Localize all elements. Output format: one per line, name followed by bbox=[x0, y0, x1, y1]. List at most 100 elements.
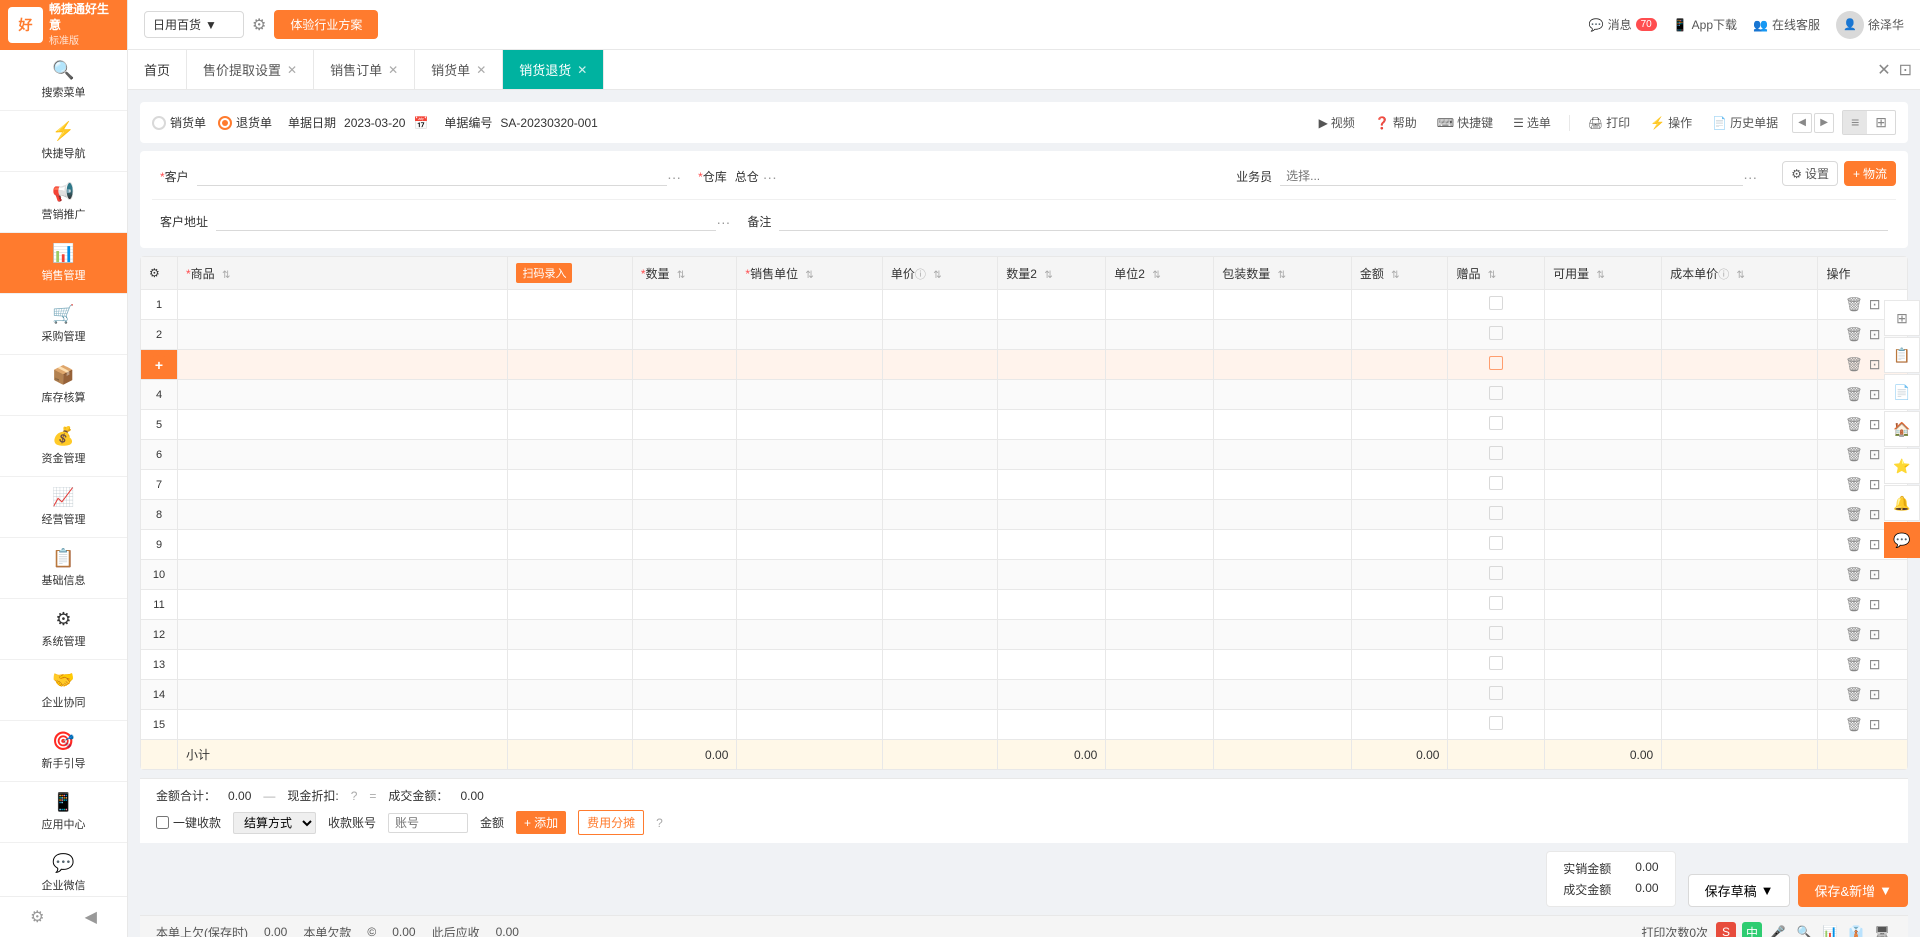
calendar-icon[interactable]: 📅 bbox=[413, 116, 428, 130]
delete-row-btn[interactable]: 🗑 bbox=[1845, 386, 1863, 403]
copy-row-btn[interactable]: ⊡ bbox=[1869, 566, 1881, 583]
row-unit2[interactable] bbox=[1106, 290, 1214, 320]
shortcut-btn[interactable]: ⌨ 快捷键 bbox=[1431, 111, 1499, 134]
pack-sort-icon[interactable]: ⇅ bbox=[1278, 270, 1286, 281]
qty2-sort-icon[interactable]: ⇅ bbox=[1044, 270, 1052, 281]
delete-row-btn[interactable]: 🗑 bbox=[1845, 416, 1863, 433]
delete-row-btn[interactable]: 🗑 bbox=[1845, 326, 1863, 343]
sidebar-item-finance[interactable]: 💰 资金管理 bbox=[0, 416, 127, 477]
select-btn[interactable]: ☰ 选单 bbox=[1507, 111, 1557, 134]
row-gift[interactable] bbox=[1448, 320, 1545, 350]
active-row-available[interactable] bbox=[1545, 350, 1662, 380]
delete-row-btn[interactable]: 🗑 bbox=[1845, 296, 1863, 313]
address-input[interactable] bbox=[216, 212, 716, 231]
price-info-icon[interactable]: ⓘ bbox=[915, 269, 926, 281]
tab-sales-order[interactable]: 销售订单 ✕ bbox=[314, 50, 415, 89]
sidebar-item-system[interactable]: ⚙ 系统管理 bbox=[0, 599, 127, 660]
row-available[interactable] bbox=[1545, 290, 1662, 320]
one-click-pay-checkbox[interactable]: 一键收款 bbox=[156, 814, 221, 831]
sidebar-item-apps[interactable]: 📱 应用中心 bbox=[0, 782, 127, 843]
gear-btn[interactable]: ⚙ bbox=[252, 15, 266, 35]
active-row-amount[interactable] bbox=[1351, 350, 1448, 380]
row-price[interactable] bbox=[882, 290, 997, 320]
tab-expand-btn[interactable]: ⊡ bbox=[1899, 60, 1912, 80]
online-service-btn[interactable]: 👥 在线客服 bbox=[1753, 16, 1820, 33]
list-view-btn[interactable]: ≡ bbox=[1843, 111, 1867, 134]
copy-row-btn[interactable]: ⊡ bbox=[1869, 656, 1881, 673]
delete-row-btn[interactable]: 🗑 bbox=[1845, 536, 1863, 553]
sidebar-item-enterprise[interactable]: 🤝 企业协同 bbox=[0, 660, 127, 721]
tool-icon-7[interactable]: 🖥 bbox=[1872, 922, 1892, 937]
address-select-btn[interactable]: ··· bbox=[716, 214, 730, 230]
row-qty[interactable] bbox=[632, 290, 737, 320]
discount-help-icon[interactable]: ? bbox=[351, 789, 358, 803]
salesperson-input[interactable] bbox=[1280, 167, 1743, 186]
logistics-btn[interactable]: + 物流 bbox=[1844, 161, 1896, 186]
sidebar-item-operations[interactable]: 📈 经营管理 bbox=[0, 477, 127, 538]
operation-btn[interactable]: ⚡ 操作 bbox=[1644, 111, 1698, 134]
collapse-btn[interactable]: ◀ bbox=[85, 907, 97, 927]
active-row-price[interactable] bbox=[882, 350, 997, 380]
scan-btn[interactable]: 扫码录入 bbox=[516, 263, 572, 283]
sidebar-item-inventory[interactable]: 📦 库存核算 bbox=[0, 355, 127, 416]
row-unit[interactable] bbox=[737, 320, 882, 350]
notification-btn[interactable]: 💬 消息 70 bbox=[1589, 16, 1657, 33]
copy-row-btn[interactable]: ⊡ bbox=[1869, 596, 1881, 613]
history-btn[interactable]: 📄 历史单据 bbox=[1706, 111, 1784, 134]
settings-btn[interactable]: ⚙ 设置 bbox=[1782, 161, 1838, 186]
draft-dropdown-icon[interactable]: ▼ bbox=[1761, 883, 1774, 898]
video-btn[interactable]: ▶ 视频 bbox=[1313, 111, 1361, 134]
gift-checkbox[interactable] bbox=[1489, 296, 1503, 310]
delete-row-btn[interactable]: 🗑 bbox=[1845, 596, 1863, 613]
copy-row-btn[interactable]: ⊡ bbox=[1869, 506, 1881, 523]
delete-row-btn[interactable]: 🗑 bbox=[1845, 506, 1863, 523]
tab-home[interactable]: 首页 bbox=[128, 50, 187, 89]
tab-price-setting[interactable]: 售价提取设置 ✕ bbox=[187, 50, 314, 89]
help-btn[interactable]: ❓ 帮助 bbox=[1369, 111, 1423, 134]
row-available[interactable] bbox=[1545, 320, 1662, 350]
next-btn[interactable]: ▶ bbox=[1814, 113, 1834, 133]
active-row-product[interactable] bbox=[178, 350, 508, 380]
customer-input[interactable] bbox=[197, 167, 667, 186]
tool-icon-3[interactable]: 🎤 bbox=[1768, 922, 1788, 937]
fee-split-btn[interactable]: 费用分摊 bbox=[578, 810, 644, 835]
delete-row-btn[interactable]: 🗑 bbox=[1845, 476, 1863, 493]
row-unit[interactable] bbox=[737, 290, 882, 320]
rfb-2[interactable]: 📋 bbox=[1884, 337, 1920, 373]
delete-row-btn[interactable]: 🗑 bbox=[1845, 686, 1863, 703]
print-btn[interactable]: 🖨 打印 bbox=[1582, 111, 1636, 134]
product-sort-icon[interactable]: ⇅ bbox=[222, 270, 230, 281]
delete-row-btn[interactable]: 🗑 bbox=[1845, 716, 1863, 733]
rfb-1[interactable]: ⊞ bbox=[1884, 300, 1920, 336]
tool-icon-1[interactable]: S bbox=[1716, 922, 1736, 937]
row-pack-qty[interactable] bbox=[1214, 290, 1352, 320]
active-row-cost[interactable] bbox=[1662, 350, 1818, 380]
settings-bottom-btn[interactable]: ⚙ bbox=[30, 907, 44, 927]
sidebar-item-guide[interactable]: 🎯 新手引导 bbox=[0, 721, 127, 782]
rfb-6[interactable]: 🔔 bbox=[1884, 485, 1920, 521]
trial-btn[interactable]: 体验行业方案 bbox=[274, 10, 378, 39]
rfb-5[interactable]: ⭐ bbox=[1884, 448, 1920, 484]
active-row-pack-qty[interactable] bbox=[1214, 350, 1352, 380]
copy-row-btn[interactable]: ⊡ bbox=[1869, 416, 1881, 433]
tool-icon-5[interactable]: 📊 bbox=[1820, 922, 1840, 937]
fee-help-icon[interactable]: ? bbox=[656, 816, 663, 830]
app-download-btn[interactable]: 📱 App下载 bbox=[1673, 16, 1737, 33]
settlement-select[interactable]: 结算方式 bbox=[233, 812, 316, 834]
rfb-4[interactable]: 🏠 bbox=[1884, 411, 1920, 447]
row-amount[interactable] bbox=[1351, 320, 1448, 350]
qty-sort-icon[interactable]: ⇅ bbox=[677, 270, 685, 281]
row-cost[interactable] bbox=[1662, 320, 1818, 350]
gift-checkbox-active[interactable] bbox=[1489, 356, 1503, 370]
note-input[interactable] bbox=[779, 212, 1888, 231]
cost-info-icon[interactable]: ⓘ bbox=[1718, 269, 1729, 281]
active-row-unit2[interactable] bbox=[1106, 350, 1214, 380]
row-product[interactable] bbox=[178, 320, 508, 350]
add-row-btn-cell[interactable]: + bbox=[141, 350, 178, 380]
gift-sort-icon[interactable]: ⇅ bbox=[1488, 270, 1496, 281]
radio-delivery[interactable]: 销货单 bbox=[152, 114, 206, 131]
copy-row-btn[interactable]: ⊡ bbox=[1869, 716, 1881, 733]
price-sort-icon[interactable]: ⇅ bbox=[933, 270, 941, 281]
active-row-unit[interactable] bbox=[737, 350, 882, 380]
unit-sort-icon[interactable]: ⇅ bbox=[805, 270, 813, 281]
